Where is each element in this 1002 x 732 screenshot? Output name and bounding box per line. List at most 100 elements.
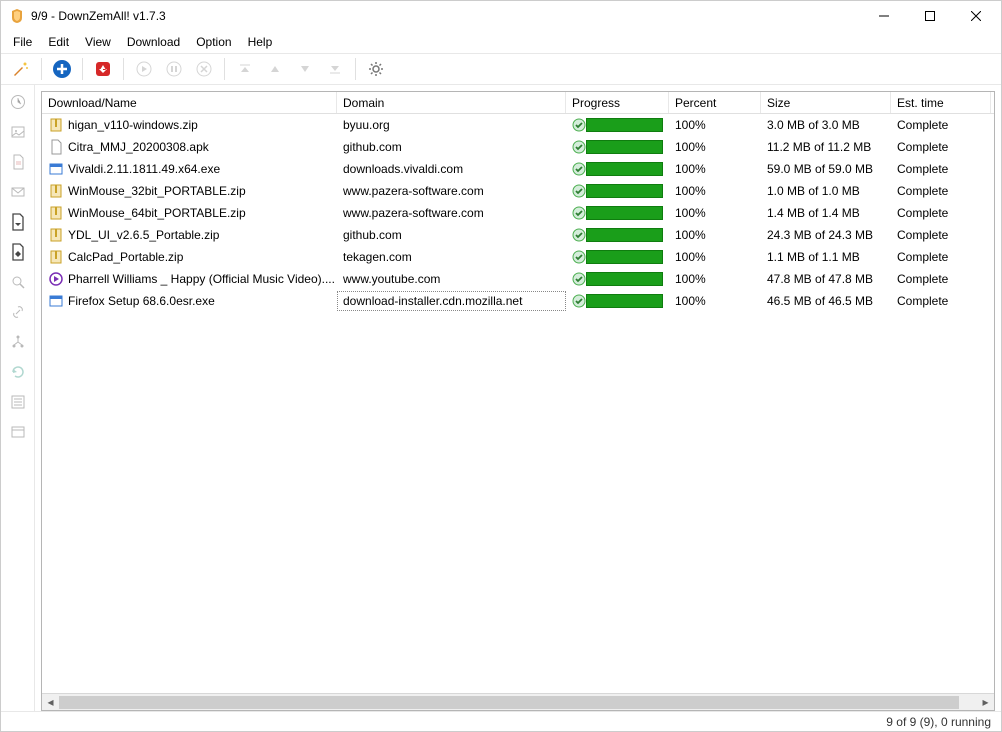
cell-progress	[566, 272, 669, 286]
cell-size: 1.4 MB of 1.4 MB	[761, 206, 891, 220]
cell-domain: downloads.vivaldi.com	[337, 162, 566, 176]
sidebar-refresh-icon[interactable]	[7, 361, 29, 383]
progress-bar	[586, 162, 663, 176]
sidebar-mail-icon[interactable]	[7, 181, 29, 203]
cell-percent: 100%	[669, 140, 761, 154]
table-row[interactable]: Citra_MMJ_20200308.apkgithub.com100%11.2…	[42, 136, 994, 158]
stop-button[interactable]	[190, 55, 218, 83]
toolbar-separator	[41, 58, 42, 80]
menu-download[interactable]: Download	[119, 33, 188, 51]
progress-bar	[586, 294, 663, 308]
progress-bar	[586, 184, 663, 198]
cell-progress	[566, 250, 669, 264]
statusbar: 9 of 9 (9), 0 running	[1, 711, 1001, 731]
sidebar-link-icon[interactable]	[7, 301, 29, 323]
toolbar-separator	[82, 58, 83, 80]
sidebar-list-icon[interactable]	[7, 391, 29, 413]
minimize-button[interactable]	[861, 1, 907, 31]
maximize-button[interactable]	[907, 1, 953, 31]
file-name-text: WinMouse_32bit_PORTABLE.zip	[68, 184, 246, 198]
progress-bar	[586, 272, 663, 286]
table-row[interactable]: WinMouse_32bit_PORTABLE.zipwww.pazera-so…	[42, 180, 994, 202]
file-name-text: Firefox Setup 68.6.0esr.exe	[68, 294, 215, 308]
file-name-text: Pharrell Williams _ Happy (Official Musi…	[68, 272, 335, 286]
sidebar-clock-icon[interactable]	[7, 91, 29, 113]
table-row[interactable]: Vivaldi.2.11.1811.49.x64.exedownloads.vi…	[42, 158, 994, 180]
sidebar-document-icon[interactable]	[7, 151, 29, 173]
progress-bar	[586, 206, 663, 220]
move-down-button[interactable]	[291, 55, 319, 83]
sidebar-file-down-icon[interactable]	[7, 211, 29, 233]
scroll-left-icon[interactable]: ◂	[42, 694, 59, 711]
cell-domain: www.youtube.com	[337, 272, 566, 286]
menu-edit[interactable]: Edit	[40, 33, 77, 51]
menu-help[interactable]: Help	[240, 33, 281, 51]
col-header-percent[interactable]: Percent	[669, 92, 761, 113]
col-header-size[interactable]: Size	[761, 92, 891, 113]
scroll-track[interactable]	[59, 694, 977, 711]
move-bottom-button[interactable]	[321, 55, 349, 83]
cell-domain: download-installer.cdn.mozilla.net	[337, 291, 566, 311]
table-row[interactable]: higan_v110-windows.zipbyuu.org100%3.0 MB…	[42, 114, 994, 136]
sidebar-window-icon[interactable]	[7, 421, 29, 443]
file-type-icon	[48, 117, 64, 133]
cell-progress	[566, 184, 669, 198]
col-header-est[interactable]: Est. time	[891, 92, 991, 113]
check-complete-icon	[572, 206, 586, 220]
cell-progress	[566, 228, 669, 242]
sidebar-tree-icon[interactable]	[7, 331, 29, 353]
sidebar-file-cancel-icon[interactable]	[7, 241, 29, 263]
settings-button[interactable]	[362, 55, 390, 83]
cell-progress	[566, 294, 669, 308]
cell-size: 24.3 MB of 24.3 MB	[761, 228, 891, 242]
cell-size: 47.8 MB of 47.8 MB	[761, 272, 891, 286]
file-type-icon	[48, 205, 64, 221]
cell-size: 1.0 MB of 1.0 MB	[761, 184, 891, 198]
col-header-name[interactable]: Download/Name	[42, 92, 337, 113]
cell-name: Citra_MMJ_20200308.apk	[42, 139, 337, 155]
cell-domain: tekagen.com	[337, 250, 566, 264]
cell-est: Complete	[891, 140, 991, 154]
cell-est: Complete	[891, 184, 991, 198]
table-row[interactable]: Firefox Setup 68.6.0esr.exe download-inst…	[42, 290, 994, 312]
sidebar-image-icon[interactable]	[7, 121, 29, 143]
cell-percent: 100%	[669, 272, 761, 286]
check-complete-icon	[572, 228, 586, 242]
move-up-button[interactable]	[261, 55, 289, 83]
add-button[interactable]	[48, 55, 76, 83]
menu-option[interactable]: Option	[188, 33, 239, 51]
file-type-icon	[48, 183, 64, 199]
table-row[interactable]: CalcPad_Portable.ziptekagen.com100%1.1 M…	[42, 246, 994, 268]
cell-percent: 100%	[669, 162, 761, 176]
cell-size: 3.0 MB of 3.0 MB	[761, 118, 891, 132]
menu-file[interactable]: File	[5, 33, 40, 51]
cell-percent: 100%	[669, 118, 761, 132]
table-header: Download/Name Domain Progress Percent Si…	[42, 92, 994, 114]
check-complete-icon	[572, 250, 586, 264]
check-complete-icon	[572, 162, 586, 176]
table-row[interactable]: WinMouse_64bit_PORTABLE.zipwww.pazera-so…	[42, 202, 994, 224]
menu-view[interactable]: View	[77, 33, 119, 51]
cell-progress	[566, 162, 669, 176]
play-button[interactable]	[130, 55, 158, 83]
sidebar-search-icon[interactable]	[7, 271, 29, 293]
wizard-button[interactable]	[7, 55, 35, 83]
close-button[interactable]	[953, 1, 999, 31]
col-header-progress[interactable]: Progress	[566, 92, 669, 113]
status-text: 9 of 9 (9), 0 running	[886, 715, 991, 729]
cell-name: YDL_UI_v2.6.5_Portable.zip	[42, 227, 337, 243]
move-top-button[interactable]	[231, 55, 259, 83]
pause-button[interactable]	[160, 55, 188, 83]
file-type-icon	[48, 249, 64, 265]
check-complete-icon	[572, 272, 586, 286]
cell-est: Complete	[891, 228, 991, 242]
cell-percent: 100%	[669, 250, 761, 264]
col-header-domain[interactable]: Domain	[337, 92, 566, 113]
scroll-right-icon[interactable]: ▸	[977, 694, 994, 711]
app-icon	[9, 8, 25, 24]
table-row[interactable]: YDL_UI_v2.6.5_Portable.zipgithub.com100%…	[42, 224, 994, 246]
horizontal-scrollbar[interactable]: ◂ ▸	[42, 693, 994, 710]
table-row[interactable]: Pharrell Williams _ Happy (Official Musi…	[42, 268, 994, 290]
start-button[interactable]	[89, 55, 117, 83]
scroll-thumb[interactable]	[59, 696, 959, 709]
